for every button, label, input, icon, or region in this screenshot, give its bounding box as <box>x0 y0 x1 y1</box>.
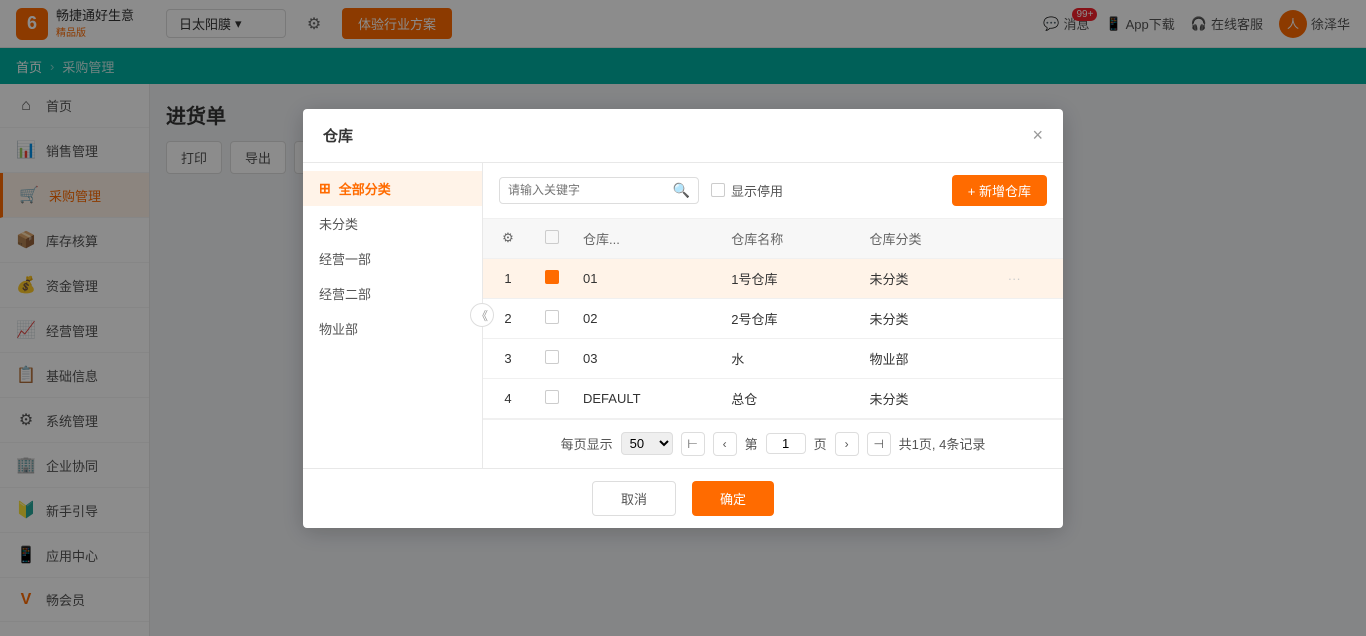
per-page-select[interactable]: 50 10 20 100 <box>621 432 673 455</box>
cat-item-2[interactable]: 经营二部 <box>303 276 482 311</box>
row-checkbox[interactable] <box>533 258 571 298</box>
warehouse-modal: 仓库 × ⊞ 全部分类 未分类 经营一部 经营二部 <box>303 109 1063 528</box>
row-checkbox[interactable] <box>533 338 571 378</box>
cat-label: 物业部 <box>319 319 358 338</box>
page-unit: 页 <box>814 434 827 453</box>
warehouse-table: ⚙ 仓库... 仓库名称 <box>483 219 1063 419</box>
row-action-menu[interactable]: ··· <box>1008 271 1021 286</box>
row-name: 1号仓库 <box>719 258 857 298</box>
grid-icon: ⊞ <box>319 180 331 197</box>
row-actions: ··· <box>996 258 1063 298</box>
cat-label: 经营一部 <box>319 249 371 268</box>
row-no: 1 <box>483 258 533 298</box>
row-code: 01 <box>571 258 719 298</box>
row-name: 水 <box>719 338 857 378</box>
collapse-sidebar-button[interactable]: 《 <box>470 303 494 327</box>
pagination: 每页显示 50 10 20 100 ⊢ ‹ 第 页 › ⊣ 共1页, 4条记录 <box>483 419 1063 468</box>
table-row[interactable]: 2 02 2号仓库 未分类 <box>483 298 1063 338</box>
row-category: 未分类 <box>858 298 996 338</box>
last-page-button[interactable]: ⊣ <box>867 432 891 456</box>
row-actions <box>996 338 1063 378</box>
confirm-button[interactable]: 确定 <box>692 481 774 516</box>
total-info: 共1页, 4条记录 <box>899 434 986 453</box>
row-category: 物业部 <box>858 338 996 378</box>
col-category-header: 仓库分类 <box>858 219 996 259</box>
prev-page-button[interactable]: ‹ <box>713 432 737 456</box>
col-name-header: 仓库名称 <box>719 219 857 259</box>
table-row[interactable]: 1 01 1号仓库 未分类 ··· <box>483 258 1063 298</box>
search-icon[interactable]: 🔍 <box>673 182 690 199</box>
table-area: 🔍 显示停用 + 新增仓库 ⚙ <box>483 163 1063 468</box>
page-number-input[interactable] <box>766 433 806 454</box>
modal-title: 仓库 <box>323 125 353 146</box>
show-disabled-toggle[interactable]: 显示停用 <box>711 181 783 200</box>
row-no: 4 <box>483 378 533 418</box>
show-disabled-label: 显示停用 <box>731 181 783 200</box>
search-box[interactable]: 🔍 <box>499 177 699 204</box>
table-row[interactable]: 3 03 水 物业部 <box>483 338 1063 378</box>
modal-overlay: 仓库 × ⊞ 全部分类 未分类 经营一部 经营二部 <box>0 0 1366 636</box>
category-sidebar: ⊞ 全部分类 未分类 经营一部 经营二部 物业部 《 <box>303 163 483 468</box>
page-label: 第 <box>745 434 758 453</box>
row-checkbox[interactable] <box>533 298 571 338</box>
row-actions <box>996 298 1063 338</box>
select-all-checkbox[interactable] <box>545 230 559 244</box>
row-code: DEFAULT <box>571 378 719 418</box>
modal-close-button[interactable]: × <box>1032 126 1043 144</box>
table-row[interactable]: 4 DEFAULT 总仓 未分类 <box>483 378 1063 418</box>
cat-item-0[interactable]: 未分类 <box>303 206 482 241</box>
per-page-label: 每页显示 <box>561 434 613 453</box>
modal-footer: 取消 确定 <box>303 468 1063 528</box>
table-header-row: ⚙ 仓库... 仓库名称 <box>483 219 1063 259</box>
cat-label: 未分类 <box>319 214 358 233</box>
search-input[interactable] <box>508 183 667 197</box>
next-page-button[interactable]: › <box>835 432 859 456</box>
row-category: 未分类 <box>858 378 996 418</box>
show-disabled-checkbox[interactable] <box>711 183 725 197</box>
row-code: 02 <box>571 298 719 338</box>
row-code: 03 <box>571 338 719 378</box>
col-actions-header <box>996 219 1063 259</box>
row-actions <box>996 378 1063 418</box>
cat-item-1[interactable]: 经营一部 <box>303 241 482 276</box>
modal-header: 仓库 × <box>303 109 1063 163</box>
modal-body: ⊞ 全部分类 未分类 经营一部 经营二部 物业部 《 <box>303 163 1063 468</box>
row-name: 2号仓库 <box>719 298 857 338</box>
cat-all-label: 全部分类 <box>339 179 391 198</box>
add-warehouse-button[interactable]: + 新增仓库 <box>952 175 1047 206</box>
col-code-header: 仓库... <box>571 219 719 259</box>
col-check <box>533 219 571 259</box>
row-checkbox[interactable] <box>533 378 571 418</box>
first-page-button[interactable]: ⊢ <box>681 432 705 456</box>
row-name: 总仓 <box>719 378 857 418</box>
row-no: 3 <box>483 338 533 378</box>
col-setting: ⚙ <box>483 219 533 259</box>
table-toolbar: 🔍 显示停用 + 新增仓库 <box>483 163 1063 219</box>
data-table: ⚙ 仓库... 仓库名称 <box>483 219 1063 419</box>
cat-item-3[interactable]: 物业部 <box>303 311 482 346</box>
cat-item-all[interactable]: ⊞ 全部分类 <box>303 171 482 206</box>
cancel-button[interactable]: 取消 <box>592 481 676 516</box>
row-category: 未分类 <box>858 258 996 298</box>
setting-icon[interactable]: ⚙ <box>502 230 514 245</box>
cat-label: 经营二部 <box>319 284 371 303</box>
